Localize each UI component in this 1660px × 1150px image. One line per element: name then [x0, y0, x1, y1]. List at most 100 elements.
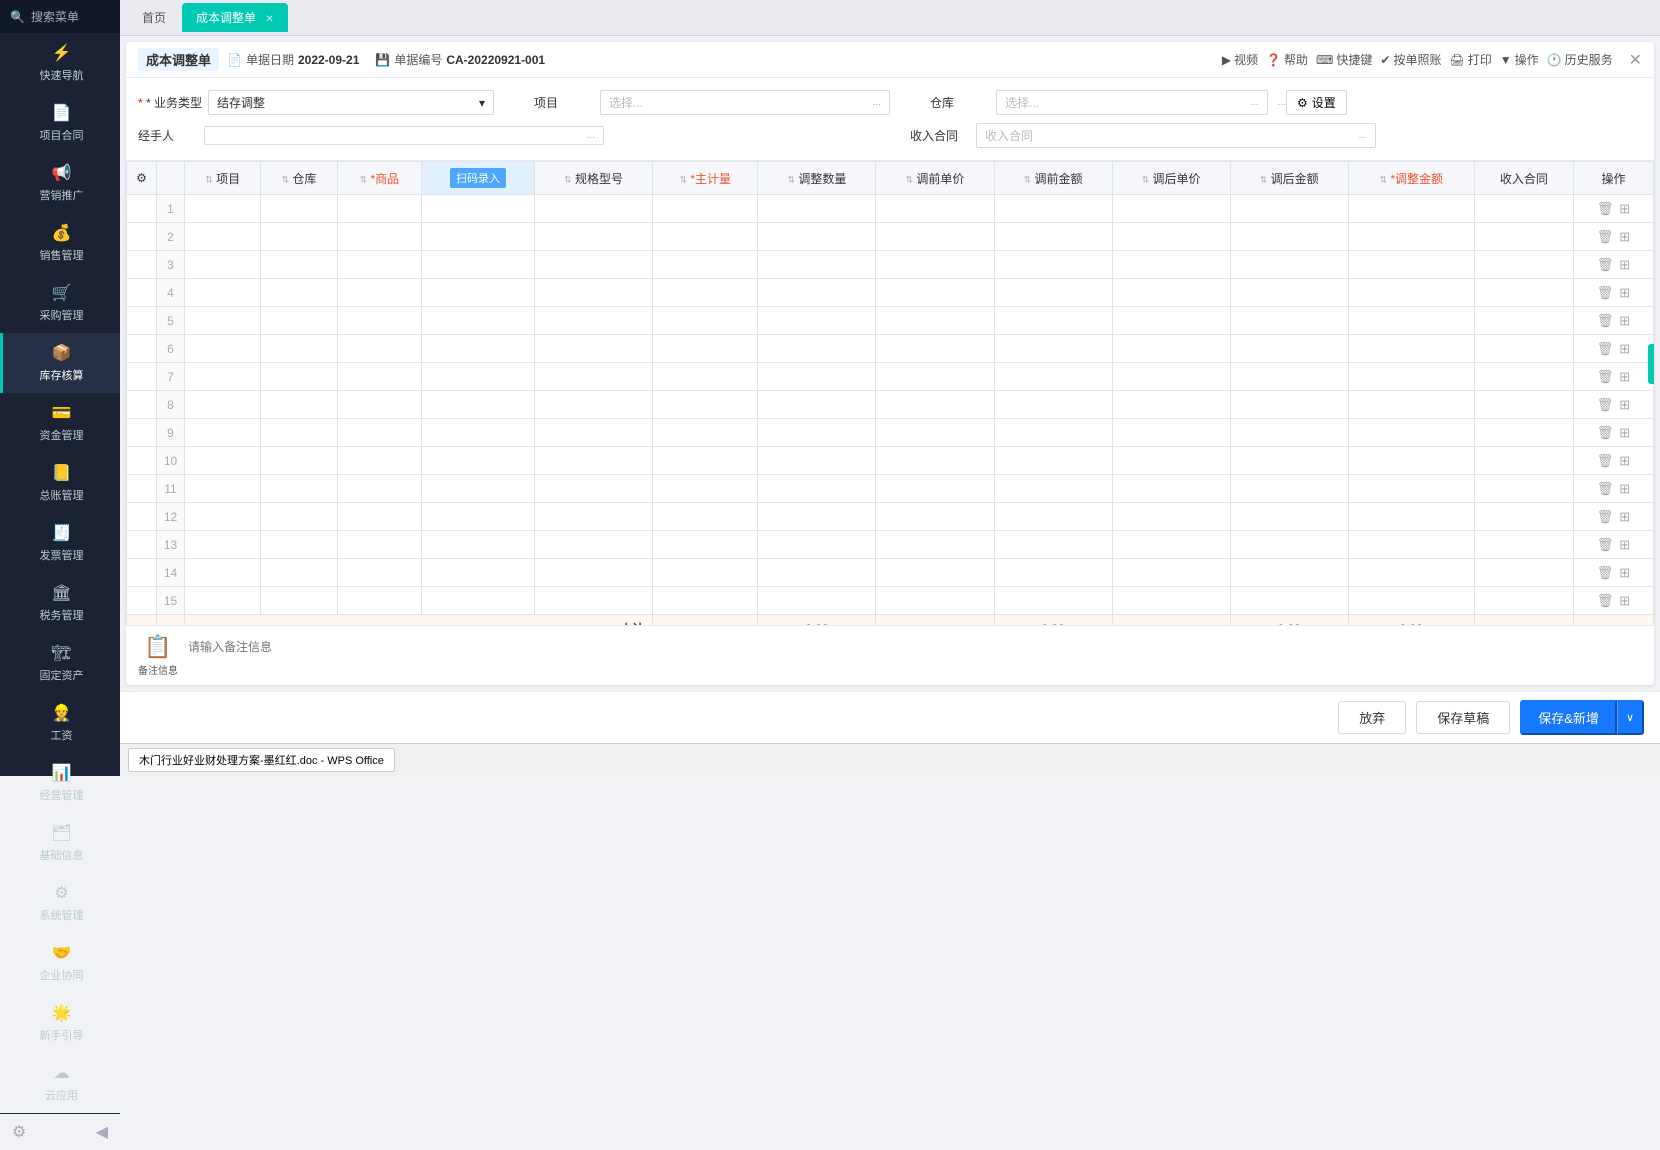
row-15-post-amount[interactable] — [1230, 587, 1348, 615]
row-8-copy-icon[interactable]: ⊞ — [1619, 397, 1630, 413]
save-new-dropdown-button[interactable]: ∨ — [1617, 700, 1644, 735]
row-13-post-amount[interactable] — [1230, 531, 1348, 559]
row-2-adj-amount[interactable] — [1348, 223, 1474, 251]
row-9-post-unit-price[interactable] — [1112, 419, 1230, 447]
row-4-spec[interactable] — [535, 279, 653, 307]
row-10-delete-icon[interactable]: 🗑 — [1597, 453, 1614, 469]
row-8-spec[interactable] — [535, 391, 653, 419]
row-2-delete-icon[interactable]: 🗑 — [1597, 229, 1614, 245]
row-9-post-amount[interactable] — [1230, 419, 1348, 447]
row-12-adj-amount[interactable] — [1348, 503, 1474, 531]
row-11-post-unit-price[interactable] — [1112, 475, 1230, 503]
row-11-pre-unit-price[interactable] — [876, 475, 994, 503]
row-9-warehouse[interactable] — [261, 419, 337, 447]
row-11-adj-qty[interactable] — [758, 475, 876, 503]
row-14-spec[interactable] — [535, 559, 653, 587]
row-2-pre-amount[interactable] — [994, 223, 1112, 251]
row-9-adj-qty[interactable] — [758, 419, 876, 447]
row-11-post-amount[interactable] — [1230, 475, 1348, 503]
sidebar-item-invoice-mgmt[interactable]: 🧾发票管理 — [0, 513, 120, 573]
row-1-warehouse[interactable] — [261, 195, 337, 223]
taskbar-wps-item[interactable]: 木门行业好业财处理方案-墨红红.doc - WPS Office — [128, 748, 395, 772]
row-14-project[interactable] — [185, 559, 261, 587]
row-2-post-amount[interactable] — [1230, 223, 1348, 251]
row-12-spec[interactable] — [535, 503, 653, 531]
row-8-pre-amount[interactable] — [994, 391, 1112, 419]
row-1-post-amount[interactable] — [1230, 195, 1348, 223]
row-8-delete-icon[interactable]: 🗑 — [1597, 397, 1614, 413]
project-select[interactable]: 选择... ... — [600, 90, 890, 115]
row-2-project[interactable] — [185, 223, 261, 251]
row-7-unit[interactable] — [653, 363, 758, 391]
row-9-product[interactable] — [337, 419, 421, 447]
row-1-project[interactable] — [185, 195, 261, 223]
row-1-post-unit-price[interactable] — [1112, 195, 1230, 223]
row-4-pre-amount[interactable] — [994, 279, 1112, 307]
row-6-copy-icon[interactable]: ⊞ — [1619, 341, 1630, 357]
row-11-delete-icon[interactable]: 🗑 — [1597, 481, 1614, 497]
row-9-copy-icon[interactable]: ⊞ — [1619, 425, 1630, 441]
row-11-product[interactable] — [337, 475, 421, 503]
row-1-copy-icon[interactable]: ⊞ — [1619, 201, 1630, 217]
row-9-income-contract[interactable] — [1474, 419, 1573, 447]
row-8-adj-qty[interactable] — [758, 391, 876, 419]
row-3-pre-amount[interactable] — [994, 251, 1112, 279]
row-13-project[interactable] — [185, 531, 261, 559]
row-13-pre-amount[interactable] — [994, 531, 1112, 559]
action-view[interactable]: ▶视频 — [1222, 51, 1258, 68]
save-new-button[interactable]: 保存&新增 — [1520, 700, 1617, 735]
sidebar-item-cloud-app[interactable]: ☁云应用 — [0, 1053, 120, 1113]
row-5-post-unit-price[interactable] — [1112, 307, 1230, 335]
row-10-income-contract[interactable] — [1474, 447, 1573, 475]
abandon-button[interactable]: 放弃 — [1338, 701, 1406, 734]
row-4-product[interactable] — [337, 279, 421, 307]
sidebar-item-ledger-mgmt[interactable]: 📒总账管理 — [0, 453, 120, 513]
row-12-copy-icon[interactable]: ⊞ — [1619, 509, 1630, 525]
sidebar-item-ops-mgmt[interactable]: 📊经营管理 — [0, 753, 120, 813]
row-7-warehouse[interactable] — [261, 363, 337, 391]
row-15-post-unit-price[interactable] — [1112, 587, 1230, 615]
row-12-unit[interactable] — [653, 503, 758, 531]
row-9-unit[interactable] — [653, 419, 758, 447]
row-4-delete-icon[interactable]: 🗑 — [1597, 285, 1614, 301]
row-3-spec[interactable] — [535, 251, 653, 279]
row-10-product[interactable] — [337, 447, 421, 475]
row-10-scan[interactable] — [422, 447, 535, 475]
sidebar-item-sys-mgmt[interactable]: ⚙系统管理 — [0, 873, 120, 933]
row-6-post-amount[interactable] — [1230, 335, 1348, 363]
biz-type-select[interactable]: 结存调整 ▾ — [208, 90, 494, 115]
action-print[interactable]: 🖨打印 — [1449, 51, 1491, 68]
action-operate[interactable]: ▼操作 — [1500, 51, 1539, 68]
row-2-unit[interactable] — [653, 223, 758, 251]
row-5-pre-unit-price[interactable] — [876, 307, 994, 335]
row-11-unit[interactable] — [653, 475, 758, 503]
warehouse-select[interactable]: 选择... ... — [996, 90, 1268, 115]
row-7-adj-qty[interactable] — [758, 363, 876, 391]
row-6-scan[interactable] — [422, 335, 535, 363]
row-12-delete-icon[interactable]: 🗑 — [1597, 509, 1614, 525]
row-1-unit[interactable] — [653, 195, 758, 223]
row-2-copy-icon[interactable]: ⊞ — [1619, 229, 1630, 245]
row-15-unit[interactable] — [653, 587, 758, 615]
row-1-scan[interactable] — [422, 195, 535, 223]
row-4-warehouse[interactable] — [261, 279, 337, 307]
th-gear[interactable]: ⚙ — [127, 162, 157, 195]
row-9-delete-icon[interactable]: 🗑 — [1597, 425, 1614, 441]
row-6-delete-icon[interactable]: 🗑 — [1597, 341, 1614, 357]
row-11-project[interactable] — [185, 475, 261, 503]
row-5-unit[interactable] — [653, 307, 758, 335]
row-2-warehouse[interactable] — [261, 223, 337, 251]
row-12-pre-amount[interactable] — [994, 503, 1112, 531]
row-14-unit[interactable] — [653, 559, 758, 587]
row-15-pre-unit-price[interactable] — [876, 587, 994, 615]
row-15-income-contract[interactable] — [1474, 587, 1573, 615]
row-14-adj-qty[interactable] — [758, 559, 876, 587]
row-13-post-unit-price[interactable] — [1112, 531, 1230, 559]
row-7-pre-unit-price[interactable] — [876, 363, 994, 391]
row-4-scan[interactable] — [422, 279, 535, 307]
handler-select[interactable]: ... — [204, 126, 604, 145]
row-12-income-contract[interactable] — [1474, 503, 1573, 531]
row-15-scan[interactable] — [422, 587, 535, 615]
row-10-spec[interactable] — [535, 447, 653, 475]
row-9-adj-amount[interactable] — [1348, 419, 1474, 447]
